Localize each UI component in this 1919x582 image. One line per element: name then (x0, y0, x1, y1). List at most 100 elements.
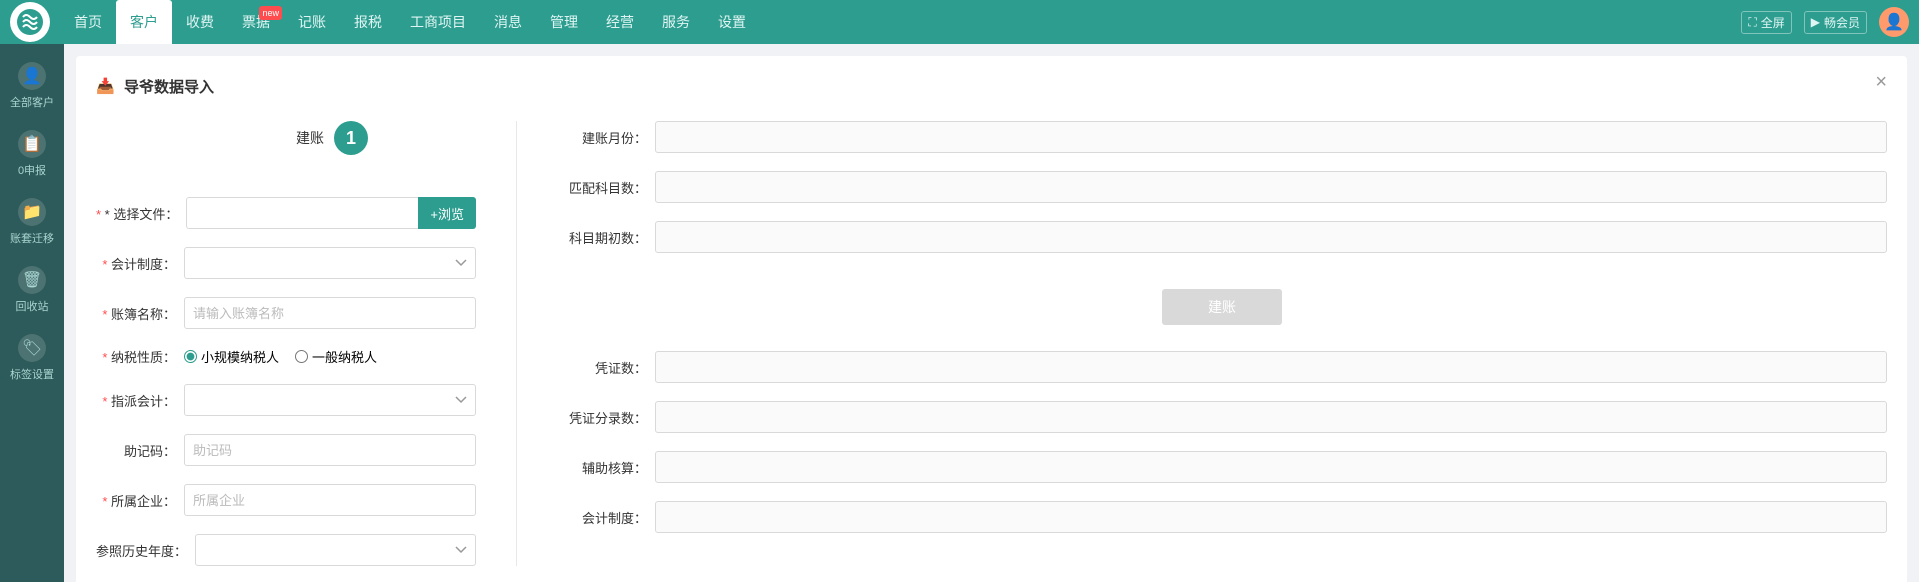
voucher-entries-row: 凭证分录数： (557, 401, 1887, 433)
form-left: 建账 1 * * 选择文件： +浏览 (96, 121, 516, 566)
memo-code-label: 助记码： (96, 441, 176, 460)
aux-accounting-row: 辅助核算： (557, 451, 1887, 483)
form-body: 建账 1 * * 选择文件： +浏览 (96, 121, 1887, 566)
nav-item-settings[interactable]: 设置 (704, 0, 760, 44)
build-month-row: 建账月份： (557, 121, 1887, 153)
period-init-label: 科目期初数： (557, 228, 647, 247)
recycle-icon: 🗑 (18, 266, 46, 294)
period-init-value (655, 221, 1887, 253)
voucher-count-label: 凭证数： (557, 358, 647, 377)
dialog-header: 📥 导爷数据导入 (96, 76, 1887, 97)
sidebar: 👤 全部客户 📋 0申报 📁 账套迁移 🗑 回收站 🏷 标签设置 (0, 44, 64, 582)
tax-small-radio[interactable] (184, 350, 197, 363)
sidebar-item-tag-settings[interactable]: 🏷 标签设置 (0, 326, 64, 390)
nav-item-tax[interactable]: 报税 (340, 0, 396, 44)
file-input[interactable] (186, 197, 418, 229)
close-button[interactable]: × (1875, 72, 1887, 92)
fullscreen-button[interactable]: ⛶ 全屏 (1741, 11, 1791, 34)
tax-radio-group: 小规模纳税人 一般纳税人 (184, 347, 377, 366)
file-label: * * 选择文件： (96, 204, 178, 223)
voucher-count-row: 凭证数： (557, 351, 1887, 383)
nav-item-invoice[interactable]: 票据 new (228, 0, 284, 44)
company-row: * 所属企业： (96, 484, 476, 516)
nav-item-operations[interactable]: 经营 (592, 0, 648, 44)
accounting-system-row: * 会计制度： (96, 247, 476, 279)
tag-settings-icon: 🏷 (18, 334, 46, 362)
build-btn-container: 建账 (557, 279, 1887, 325)
tax-type-row: * 纳税性质： 小规模纳税人 一般纳税人 (96, 347, 476, 366)
nav-items: 首页 客户 收费 票据 new 记账 报税 工商项目 消息 管理 经营 服务 设… (60, 0, 1741, 44)
nav-item-home[interactable]: 首页 (60, 0, 116, 44)
company-input[interactable] (184, 484, 476, 516)
right-accounting-system-value (655, 501, 1887, 533)
ledger-name-input[interactable] (184, 297, 476, 329)
sidebar-item-recycle[interactable]: 🗑 回收站 (0, 258, 64, 322)
accountant-label: * 指派会计： (96, 391, 176, 410)
period-init-row: 科目期初数： (557, 221, 1887, 253)
step-circle: 1 (334, 121, 368, 155)
right-accounting-system-label: 会计制度： (557, 508, 647, 527)
match-subjects-value (655, 171, 1887, 203)
voucher-count-value (655, 351, 1887, 383)
nav-item-billing[interactable]: 收费 (172, 0, 228, 44)
user-avatar[interactable]: 👤 (1879, 7, 1909, 37)
sidebar-item-declaration[interactable]: 📋 0申报 (0, 122, 64, 186)
build-month-label: 建账月份： (557, 128, 647, 147)
top-nav-right: ⛶ 全屏 ▶ 畅会员 👤 (1741, 7, 1909, 37)
history-year-label: 参照历史年度： (96, 541, 187, 560)
history-year-row: 参照历史年度： (96, 534, 476, 566)
top-nav: 首页 客户 收费 票据 new 记账 报税 工商项目 消息 管理 经营 服务 设… (0, 0, 1919, 44)
tax-small-option[interactable]: 小规模纳税人 (184, 347, 279, 366)
memo-code-row: 助记码： (96, 434, 476, 466)
nav-item-bizproject[interactable]: 工商项目 (396, 0, 480, 44)
nav-item-manage[interactable]: 管理 (536, 0, 592, 44)
accounting-system-label: * 会计制度： (96, 254, 176, 273)
aux-accounting-value (655, 451, 1887, 483)
app-logo[interactable] (10, 2, 50, 42)
voucher-entries-value (655, 401, 1887, 433)
right-accounting-system-row: 会计制度： (557, 501, 1887, 533)
declaration-icon: 📋 (18, 130, 46, 158)
accountant-select[interactable] (184, 384, 476, 416)
all-customers-icon: 👤 (18, 62, 46, 90)
aux-accounting-label: 辅助核算： (557, 458, 647, 477)
match-subjects-row: 匹配科目数： (557, 171, 1887, 203)
dialog-title: 导爷数据导入 (124, 76, 214, 97)
tax-general-radio[interactable] (295, 350, 308, 363)
tax-type-label: * 纳税性质： (96, 347, 176, 366)
ledger-name-label: * 账簿名称： (96, 304, 176, 323)
accountant-row: * 指派会计： (96, 384, 476, 416)
company-label: * 所属企业： (96, 491, 176, 510)
nav-item-accounting[interactable]: 记账 (284, 0, 340, 44)
form-right: 建账月份： 匹配科目数： 科目期初数： 建账 (516, 121, 1887, 566)
play-icon: ▶ (1811, 15, 1820, 29)
memo-code-input[interactable] (184, 434, 476, 466)
fullscreen-icon: ⛶ (1748, 15, 1756, 30)
invoice-new-badge: new (259, 6, 282, 20)
account-migrate-icon: 📁 (18, 198, 46, 226)
main-layout: 👤 全部客户 📋 0申报 📁 账套迁移 🗑 回收站 🏷 标签设置 📥 导爷数据导… (0, 44, 1919, 582)
nav-item-message[interactable]: 消息 (480, 0, 536, 44)
ledger-name-row: * 账簿名称： (96, 297, 476, 329)
browse-button[interactable]: +浏览 (418, 197, 476, 229)
dialog-card: 📥 导爷数据导入 × 建账 1 * * 选择文 (76, 56, 1907, 582)
avatar-icon: 👤 (1884, 12, 1904, 32)
sidebar-item-all-customers[interactable]: 👤 全部客户 (0, 54, 64, 118)
step-area: 建账 1 (96, 121, 476, 155)
build-account-button[interactable]: 建账 (1162, 289, 1282, 325)
history-year-select[interactable] (195, 534, 476, 566)
step-label: 建账 (296, 128, 324, 148)
file-select-row: * * 选择文件： +浏览 (96, 197, 476, 229)
nav-item-customer[interactable]: 客户 (116, 0, 172, 44)
match-subjects-label: 匹配科目数： (557, 178, 647, 197)
member-button[interactable]: ▶ 畅会员 (1804, 11, 1867, 34)
accounting-system-select[interactable] (184, 247, 476, 279)
file-input-group: +浏览 (186, 197, 476, 229)
build-month-value (655, 121, 1887, 153)
nav-item-service[interactable]: 服务 (648, 0, 704, 44)
voucher-entries-label: 凭证分录数： (557, 408, 647, 427)
import-icon: 📥 (96, 77, 116, 97)
content-area: 📥 导爷数据导入 × 建账 1 * * 选择文 (64, 44, 1919, 582)
sidebar-item-account-migrate[interactable]: 📁 账套迁移 (0, 190, 64, 254)
tax-general-option[interactable]: 一般纳税人 (295, 347, 377, 366)
